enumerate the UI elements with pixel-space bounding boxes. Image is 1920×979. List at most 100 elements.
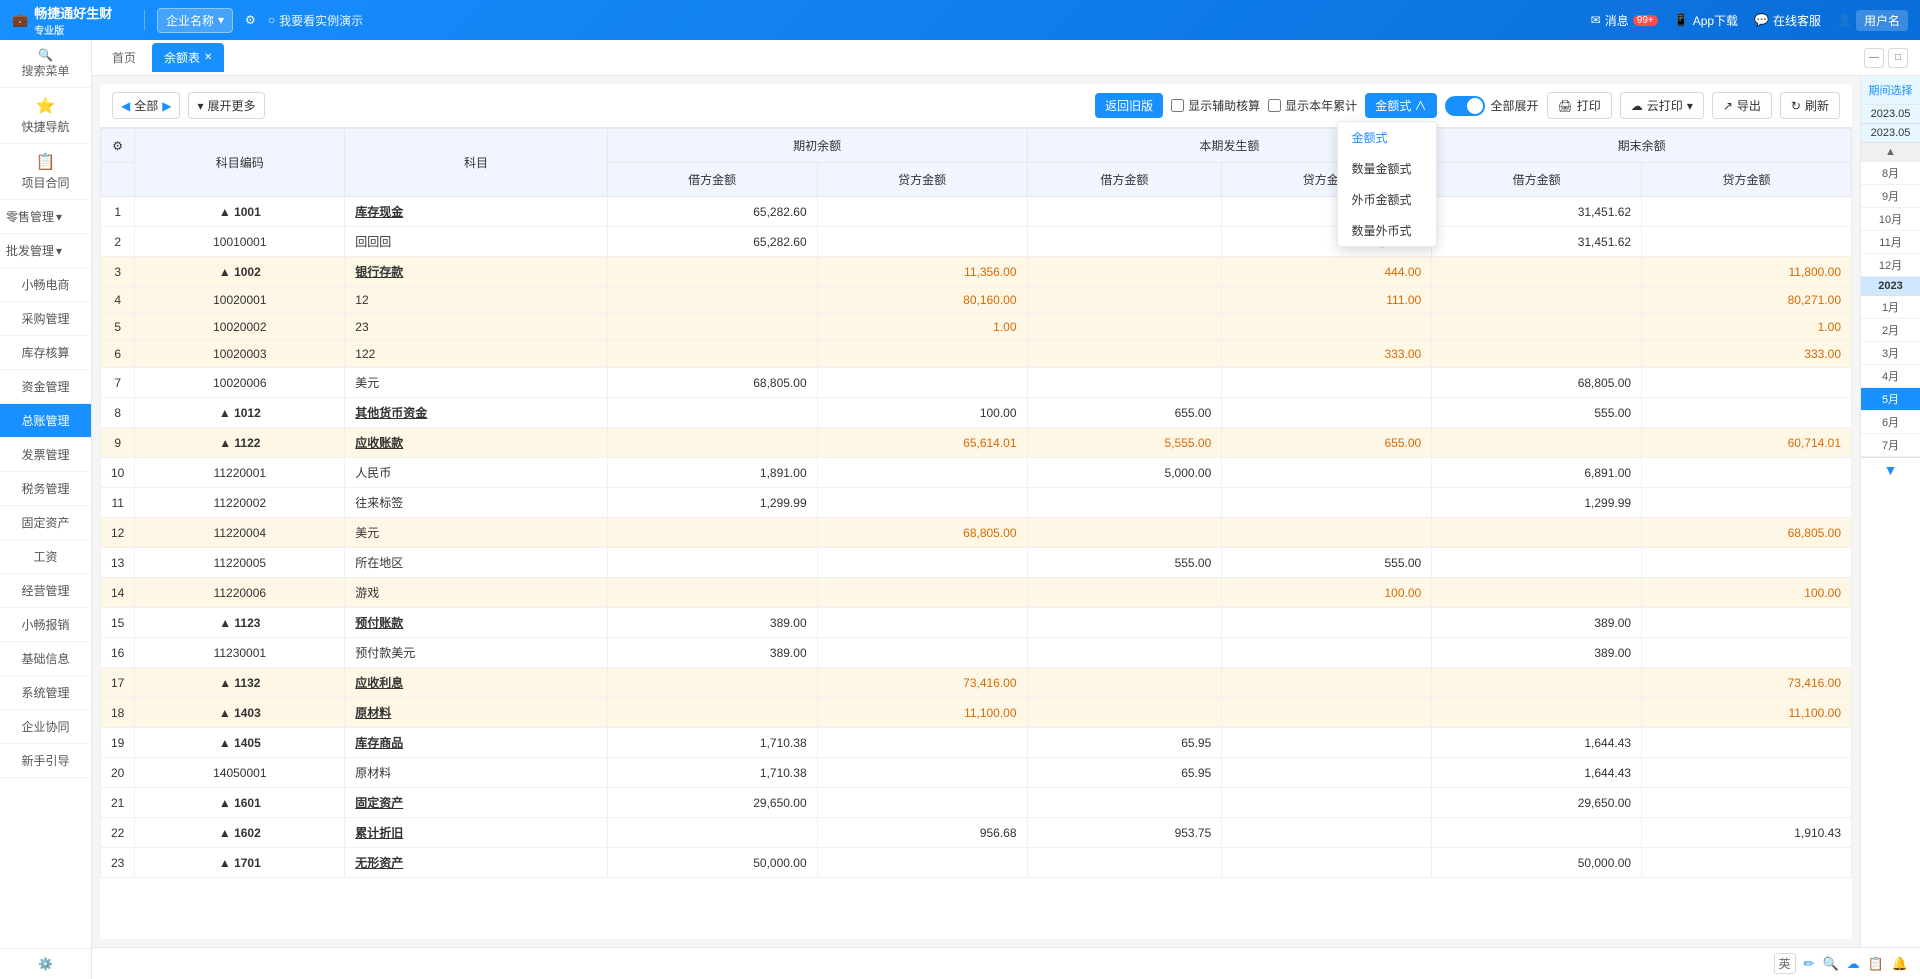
- table-row[interactable]: 210010001回回回65,282.6033,830.9831,451.62: [101, 227, 1852, 257]
- sidebar-item-purchase[interactable]: 采购管理: [0, 302, 91, 336]
- month-item[interactable]: 9月: [1861, 185, 1920, 208]
- messages-button[interactable]: ✉ 消息 99+: [1591, 12, 1658, 29]
- table-row[interactable]: 8▲ 1012其他货币资金100.00655.00555.00: [101, 398, 1852, 428]
- tab-balance[interactable]: 余额表 ✕: [152, 43, 224, 72]
- table-row[interactable]: 1111220002往来标签1,299.991,299.99: [101, 488, 1852, 518]
- table-row[interactable]: 610020003122333.00333.00: [101, 341, 1852, 368]
- cell-period_credit: [1222, 848, 1432, 878]
- table-row[interactable]: 22▲ 1602累计折旧956.68953.751,910.43: [101, 818, 1852, 848]
- edit-icon[interactable]: ✏: [1804, 956, 1815, 972]
- table-row[interactable]: 23▲ 1701无形资产50,000.0050,000.00: [101, 848, 1852, 878]
- expand-button[interactable]: ▾ 展开更多: [188, 92, 264, 119]
- mode-option-amount[interactable]: 金额式: [1338, 122, 1436, 153]
- cloud-save-icon[interactable]: ☁: [1847, 956, 1860, 972]
- company-selector[interactable]: 企业名称 ▾: [157, 8, 233, 33]
- month-item[interactable]: 2月: [1861, 319, 1920, 342]
- show-sub-checkbox[interactable]: 显示辅助核算: [1171, 97, 1260, 114]
- mode-option-quantity-amount[interactable]: 数量金额式: [1338, 153, 1436, 184]
- sidebar-settings-button[interactable]: ⚙️: [0, 948, 91, 979]
- month-item[interactable]: 4月: [1861, 365, 1920, 388]
- account-name: 美元: [345, 518, 607, 548]
- panel-collapse-button[interactable]: ▼: [1861, 457, 1920, 482]
- sidebar-item-expense[interactable]: 小畅报销: [0, 608, 91, 642]
- cell-opening_debit: [607, 257, 817, 287]
- sidebar-item-funds[interactable]: 资金管理: [0, 370, 91, 404]
- table-row[interactable]: 510020002231.001.00: [101, 314, 1852, 341]
- month-item[interactable]: 6月: [1861, 411, 1920, 434]
- table-row[interactable]: 19▲ 1405库存商品1,710.3865.951,644.43: [101, 728, 1852, 758]
- all-filter-button[interactable]: ◀ 全部 ▶: [112, 92, 180, 119]
- sidebar-item-invoice[interactable]: 发票管理: [0, 438, 91, 472]
- settings-col-header[interactable]: ⚙: [101, 129, 135, 163]
- return-old-button[interactable]: 返回旧版: [1095, 93, 1163, 118]
- sidebar-item-tax[interactable]: 税务管理: [0, 472, 91, 506]
- sidebar-item-basic-info[interactable]: 基础信息: [0, 642, 91, 676]
- print-button[interactable]: 🖨 打印: [1547, 92, 1612, 119]
- tab-home[interactable]: 首页: [100, 43, 148, 72]
- sidebar-item-wholesale[interactable]: 批发管理 ▾: [0, 234, 91, 268]
- table-row[interactable]: 18▲ 1403原材料11,100.0011,100.00: [101, 698, 1852, 728]
- mode-option-quantity-foreign[interactable]: 数量外币式: [1338, 215, 1436, 246]
- refresh-button[interactable]: ↻ 刷新: [1780, 92, 1840, 119]
- cell-closing_debit: 1,299.99: [1432, 488, 1642, 518]
- sidebar-item-newbie[interactable]: 新手引导: [0, 744, 91, 778]
- sidebar-item-payroll[interactable]: 工资: [0, 540, 91, 574]
- expand-switch[interactable]: [1445, 96, 1485, 116]
- table-row[interactable]: 9▲ 1122应收账款65,614.015,555.00655.0060,714…: [101, 428, 1852, 458]
- sidebar-item-collab[interactable]: 企业协同: [0, 710, 91, 744]
- table-row[interactable]: 1611230001预付款美元389.00389.00: [101, 638, 1852, 668]
- table-row[interactable]: 710020006美元68,805.0068,805.00: [101, 368, 1852, 398]
- table-row[interactable]: 1411220006游戏100.00100.00: [101, 578, 1852, 608]
- mode-option-foreign-amount[interactable]: 外币金额式: [1338, 184, 1436, 215]
- sidebar-item-fixed-assets[interactable]: 固定资产: [0, 506, 91, 540]
- app-download-button[interactable]: 📱 App下载: [1674, 12, 1738, 29]
- month-item[interactable]: 10月: [1861, 208, 1920, 231]
- export-button[interactable]: ↗ 导出: [1712, 92, 1772, 119]
- sidebar-item-ecommerce[interactable]: 小畅电商: [0, 268, 91, 302]
- table-row[interactable]: 3▲ 1002银行存款11,356.00444.0011,800.00: [101, 257, 1852, 287]
- month-item[interactable]: 3月: [1861, 342, 1920, 365]
- table-row[interactable]: 1211220004美元68,805.0068,805.00: [101, 518, 1852, 548]
- period-selector-header[interactable]: 期间选择: [1861, 76, 1920, 105]
- sidebar-item-quick-nav[interactable]: ⭐ 快捷导航: [0, 88, 91, 144]
- table-row[interactable]: 17▲ 1132应收利息73,416.0073,416.00: [101, 668, 1852, 698]
- sidebar-item-ledger[interactable]: 总账管理: [0, 404, 91, 438]
- settings-icon[interactable]: ⚙: [245, 13, 256, 27]
- table-row[interactable]: 1011220001人民币1,891.005,000.006,891.00: [101, 458, 1852, 488]
- sidebar-item-project[interactable]: 📋 项目合同: [0, 144, 91, 200]
- tab-close-icon[interactable]: ✕: [204, 52, 212, 63]
- sidebar-item-inventory[interactable]: 库存核算: [0, 336, 91, 370]
- window-maximize-button[interactable]: □: [1888, 48, 1908, 68]
- month-item[interactable]: 12月: [1861, 254, 1920, 277]
- clipboard-icon[interactable]: 📋: [1868, 956, 1884, 972]
- cloud-print-button[interactable]: ☁ 云打印 ▾: [1620, 92, 1704, 119]
- up-arrow-icon[interactable]: ▲: [1885, 146, 1896, 158]
- table-row[interactable]: 15▲ 1123预付账款389.00389.00: [101, 608, 1852, 638]
- month-item[interactable]: 8月: [1861, 162, 1920, 185]
- sidebar-search[interactable]: 🔍 搜索菜单: [0, 40, 91, 88]
- table-row[interactable]: 1311220005所在地区555.00555.00: [101, 548, 1852, 578]
- online-service-button[interactable]: 💬 在线客服: [1754, 12, 1821, 29]
- bell-icon[interactable]: 🔔: [1892, 956, 1908, 972]
- all-expand-toggle[interactable]: 全部展开: [1445, 96, 1539, 116]
- table-row[interactable]: 21▲ 1601固定资产29,650.0029,650.00: [101, 788, 1852, 818]
- table-row[interactable]: 4100200011280,160.00111.0080,271.00: [101, 287, 1852, 314]
- demo-link[interactable]: ○ 我要看实例演示: [268, 12, 363, 29]
- mode-button[interactable]: 金额式 ∧: [1365, 93, 1436, 118]
- window-minimize-button[interactable]: —: [1864, 48, 1884, 68]
- month-item[interactable]: 1月: [1861, 296, 1920, 319]
- cell-period_debit: [1027, 638, 1222, 668]
- show-annual-checkbox[interactable]: 显示本年累计: [1268, 97, 1357, 114]
- zoom-icon[interactable]: 🔍: [1822, 956, 1838, 972]
- user-avatar[interactable]: 👤 用户名: [1837, 10, 1908, 31]
- sidebar-item-retail[interactable]: 零售管理 ▾: [0, 200, 91, 234]
- sidebar-item-management[interactable]: 经营管理: [0, 574, 91, 608]
- month-item[interactable]: 7月: [1861, 434, 1920, 457]
- table-row[interactable]: 1▲ 1001库存现金65,282.6033,830.9831,451.62: [101, 197, 1852, 227]
- sidebar-item-system[interactable]: 系统管理: [0, 676, 91, 710]
- lang-switch[interactable]: 英: [1774, 953, 1796, 974]
- cell-period_credit: 333.00: [1222, 341, 1432, 368]
- month-item[interactable]: 11月: [1861, 231, 1920, 254]
- table-row[interactable]: 2014050001原材料1,710.3865.951,644.43: [101, 758, 1852, 788]
- month-item[interactable]: 5月: [1861, 388, 1920, 411]
